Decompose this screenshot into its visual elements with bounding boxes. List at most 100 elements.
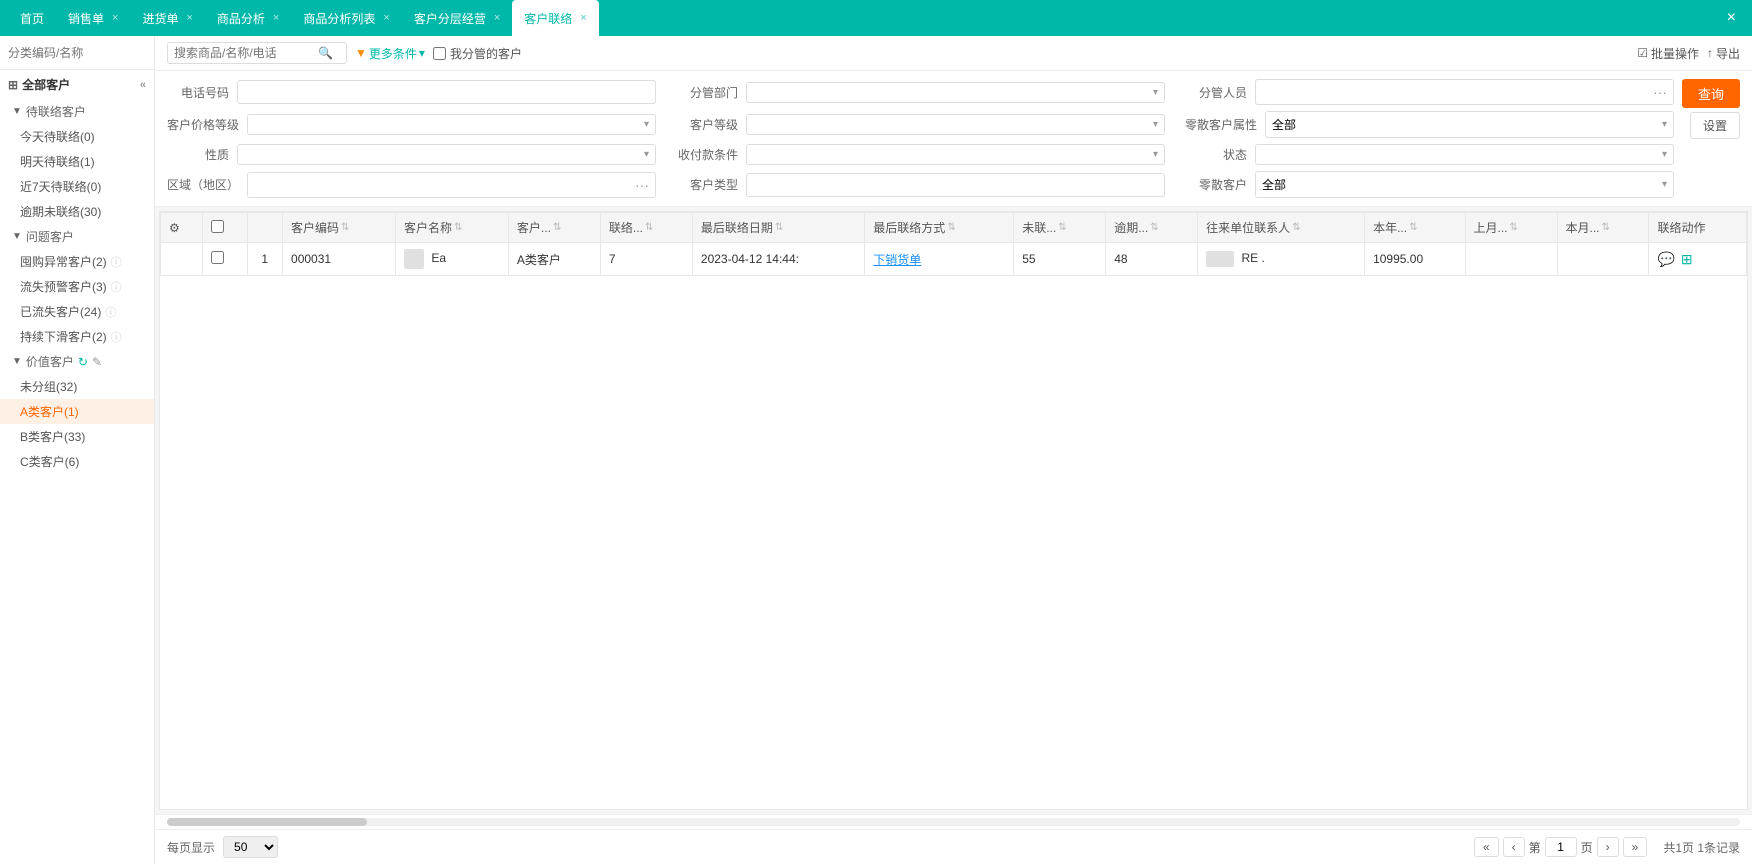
col-this-year[interactable]: 本年... ⇅ xyxy=(1365,213,1465,243)
tab-home[interactable]: 首页 xyxy=(8,0,56,36)
table-row: 1 000031 Ea A类客户 7 2023-04-12 14:44: 下销货… xyxy=(161,243,1747,276)
row-select-checkbox[interactable] xyxy=(211,251,224,264)
sidebar-search-input[interactable] xyxy=(8,46,155,60)
more-conditions-btn[interactable]: ▼ 更多条件 ▾ xyxy=(355,45,425,62)
edit-icon[interactable]: ✎ xyxy=(92,355,102,369)
sidebar-item-ungrouped[interactable]: 未分组(32) xyxy=(0,374,154,399)
last-contact-way-link[interactable]: 下销货单 xyxy=(873,253,921,267)
sidebar-item-churned[interactable]: 已流失客户(24) ⓘ xyxy=(0,299,154,324)
col-this-month[interactable]: 本月... ⇅ xyxy=(1557,213,1649,243)
price-level-select[interactable]: ▾ xyxy=(247,114,656,135)
tab-customer-layer[interactable]: 客户分层经营 × xyxy=(402,0,512,36)
sort-this-month-icon: ⇅ xyxy=(1602,222,1610,233)
sidebar-item-class-a[interactable]: A类客户(1) xyxy=(0,399,154,424)
dept-label: 分管部门 xyxy=(676,84,746,101)
sidebar-item-overdue[interactable]: 逾期未联络(30) xyxy=(0,199,154,224)
tab-customer-contact[interactable]: 客户联络 × xyxy=(512,0,598,36)
close-purchase-tab[interactable]: × xyxy=(186,12,192,24)
customer-type-input[interactable] xyxy=(746,173,1165,197)
phone-label: 电话号码 xyxy=(167,84,237,101)
tab-product-analysis-list[interactable]: 商品分析列表 × xyxy=(291,0,401,36)
retail-customer-label: 零散客户 xyxy=(1185,176,1255,193)
chat-icon[interactable]: 💬 xyxy=(1657,251,1674,268)
col-overdue[interactable]: 逾期... ⇅ xyxy=(1106,213,1198,243)
sidebar-item-churn-warning[interactable]: 流失预警客户(3) ⓘ xyxy=(0,274,154,299)
filter-payment: 收付款条件 ▾ xyxy=(676,144,1165,165)
status-arrow: ▾ xyxy=(1662,149,1667,160)
close-sales-tab[interactable]: × xyxy=(112,12,118,24)
total-records: 共1页 1条记录 xyxy=(1663,839,1740,856)
search-input[interactable] xyxy=(174,46,314,60)
next-page-btn[interactable]: › xyxy=(1597,837,1619,857)
row-overdue: 48 xyxy=(1106,243,1198,276)
tab-product-analysis[interactable]: 商品分析 × xyxy=(205,0,291,36)
price-level-label: 客户价格等级 xyxy=(167,116,247,133)
customer-type-label: 客户类型 xyxy=(676,176,746,193)
sort-contact-icon: ⇅ xyxy=(645,222,653,233)
retail-customer-select[interactable]: 全部 ▾ xyxy=(1255,171,1674,198)
col-last-contact-way[interactable]: 最后联络方式 ⇅ xyxy=(865,213,1014,243)
close-customer-layer-tab[interactable]: × xyxy=(494,12,500,24)
retail-attr-select[interactable]: 全部 ▾ xyxy=(1265,111,1674,138)
batch-op-btn[interactable]: ☑ 批量操作 xyxy=(1637,45,1699,62)
customer-level-select[interactable]: ▾ xyxy=(746,114,1165,135)
col-contact[interactable]: 联络... ⇅ xyxy=(600,213,692,243)
filter-nature: 性质 ▾ xyxy=(167,144,656,165)
status-select[interactable]: ▾ xyxy=(1255,144,1674,165)
collapse-arrow[interactable]: « xyxy=(140,79,146,91)
sidebar-item-class-b[interactable]: B类客户(33) xyxy=(0,424,154,449)
filter-row-4: 区域（地区） ··· 客户类型 xyxy=(167,171,1674,198)
all-customers-header[interactable]: ⊞ 全部客户 « xyxy=(0,70,154,99)
sidebar-item-declining[interactable]: 持续下滑客户(2) ⓘ xyxy=(0,324,154,349)
page-input[interactable] xyxy=(1545,837,1577,857)
tab-sales[interactable]: 销售单 × xyxy=(56,0,130,36)
close-all-btn[interactable]: × xyxy=(1719,5,1744,31)
payment-select[interactable]: ▾ xyxy=(746,144,1165,165)
sidebar-item-class-c[interactable]: C类客户(6) xyxy=(0,449,154,474)
top-nav: 首页 销售单 × 进货单 × 商品分析 × 商品分析列表 × 客户分层经营 × … xyxy=(0,0,1752,36)
first-page-btn[interactable]: « xyxy=(1474,837,1499,857)
col-not-contact[interactable]: 未联... ⇅ xyxy=(1014,213,1106,243)
per-page-select[interactable]: 50 100 200 xyxy=(223,836,278,858)
data-table: ⚙ 客户编码 ⇅ xyxy=(160,212,1747,276)
col-category[interactable]: 客户... ⇅ xyxy=(508,213,600,243)
dept-dropdown-arrow: ▾ xyxy=(1153,87,1158,98)
value-customers-group[interactable]: ▼ 价值客户 ↻ ✎ xyxy=(0,349,154,374)
my-customers-checkbox[interactable] xyxy=(433,47,446,60)
col-name[interactable]: 客户名称 ⇅ xyxy=(395,213,508,243)
prev-page-btn[interactable]: ‹ xyxy=(1503,837,1525,857)
last-page-btn[interactable]: » xyxy=(1623,837,1648,857)
horizontal-scrollbar[interactable] xyxy=(167,818,1740,826)
sidebar-item-tomorrow[interactable]: 明天待联络(1) xyxy=(0,149,154,174)
region-select[interactable]: ··· xyxy=(247,172,656,198)
export-btn[interactable]: ↑ 导出 xyxy=(1707,45,1740,62)
sidebar-item-abnormal[interactable]: 囤购异常客户(2) ⓘ xyxy=(0,249,154,274)
close-customer-contact-tab[interactable]: × xyxy=(580,12,586,24)
col-code[interactable]: 客户编码 ⇅ xyxy=(283,213,396,243)
query-btn[interactable]: 查询 xyxy=(1682,79,1740,108)
select-all-checkbox[interactable] xyxy=(211,220,224,233)
scroll-thumb[interactable] xyxy=(167,818,367,826)
qrcode-icon[interactable]: ⊞ xyxy=(1681,251,1693,268)
dept-select[interactable]: ▾ xyxy=(746,82,1165,103)
filter-person: 分管人员 ··· xyxy=(1185,79,1674,105)
nature-select[interactable]: ▾ xyxy=(237,144,656,165)
sidebar-item-7days[interactable]: 近7天待联络(0) xyxy=(0,174,154,199)
sidebar-item-today[interactable]: 今天待联络(0) xyxy=(0,124,154,149)
person-select[interactable]: ··· xyxy=(1255,79,1674,105)
col-last-contact-date[interactable]: 最后联络日期 ⇅ xyxy=(692,213,864,243)
col-last-month[interactable]: 上月... ⇅ xyxy=(1465,213,1557,243)
refresh-icon[interactable]: ↻ xyxy=(78,355,88,369)
pending-contact-group[interactable]: ▼ 待联络客户 xyxy=(0,99,154,124)
col-settings[interactable]: ⚙ xyxy=(161,213,203,243)
chevron-down-icon: ▾ xyxy=(419,46,425,60)
col-unit-contact[interactable]: 往来单位联系人 ⇅ xyxy=(1198,213,1365,243)
search-icon[interactable]: 🔍 xyxy=(318,46,333,60)
setting-btn[interactable]: 设置 xyxy=(1690,112,1740,139)
tab-purchase[interactable]: 进货单 × xyxy=(130,0,204,36)
settings-gear-icon[interactable]: ⚙ xyxy=(169,221,180,235)
problem-customers-group[interactable]: ▼ 问题客户 xyxy=(0,224,154,249)
phone-input[interactable] xyxy=(237,80,656,104)
close-product-list-tab[interactable]: × xyxy=(383,12,389,24)
close-product-analysis-tab[interactable]: × xyxy=(273,12,279,24)
